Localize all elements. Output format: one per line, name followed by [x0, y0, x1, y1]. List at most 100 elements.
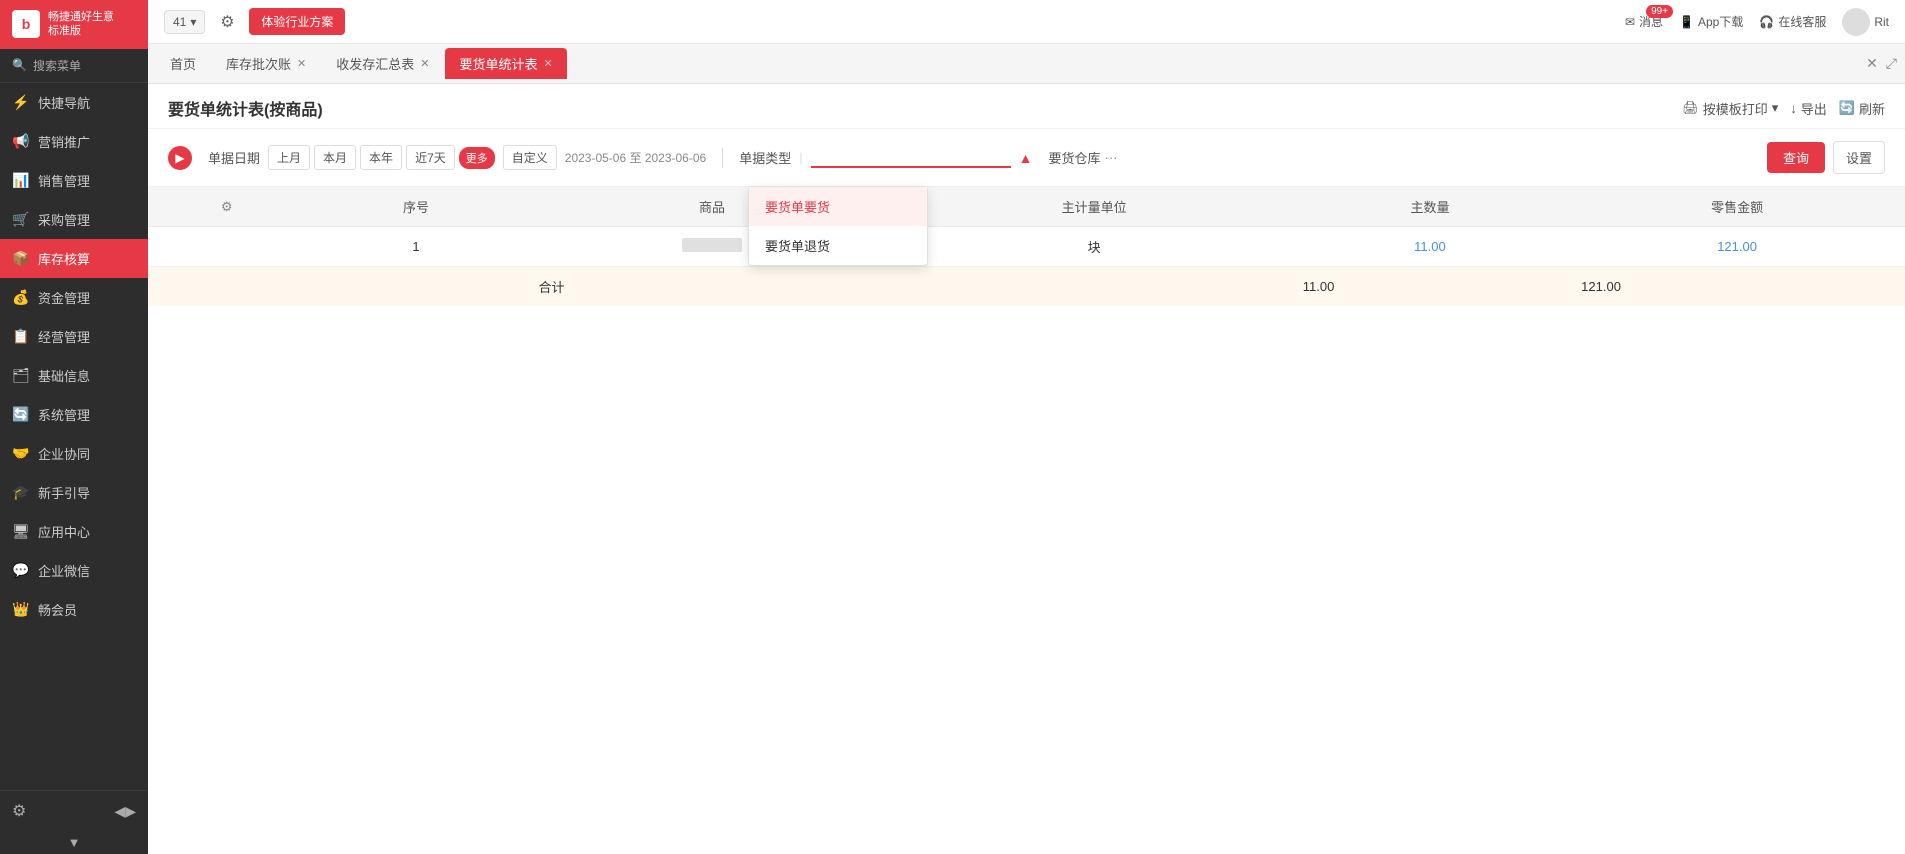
avatar [1842, 8, 1870, 36]
sidebar-icon-enterprise: 🤝 [12, 445, 30, 462]
app-download-action[interactable]: 📱 App下载 [1679, 13, 1743, 30]
filter-bar: ▶ 单据日期 上月 本月 本年 近7天 更多 自定义 2023-05-06 至 … [148, 129, 1905, 187]
sidebar-label-operations: 经营管理 [38, 327, 90, 346]
sidebar-label-member: 畅会员 [38, 600, 77, 619]
sidebar-label-marketing: 营销推广 [38, 132, 90, 151]
cell-qty-0: 11.00 [1291, 227, 1569, 267]
sidebar-icon-inventory: 📦 [12, 250, 30, 267]
maximize-icon[interactable]: ⤢ [1886, 55, 1897, 72]
close-all-icon[interactable]: ✕ [1866, 55, 1878, 72]
page-content: 要货单统计表(按商品) 🖨 按模板打印 ▾ ↓ 导出 🔄 刷新 ▶ [148, 84, 1905, 854]
topbar-settings-btn[interactable]: ⚙ [213, 8, 241, 36]
filter-settings-btn[interactable]: 设置 [1833, 141, 1885, 174]
footer-row: 合计 11.00 121.00 [148, 267, 1905, 307]
sidebar-label-enterprise: 企业协同 [38, 444, 90, 463]
search-menu[interactable]: 🔍 搜索菜单 [0, 49, 148, 83]
date-btn-more[interactable]: 更多 [459, 147, 495, 169]
company-select[interactable]: 41 ▾ [164, 10, 205, 34]
message-icon: ✉ [1625, 15, 1635, 29]
sidebar-item-tutorial[interactable]: 🎓新手引导 [0, 473, 148, 512]
page-actions: 🖨 按模板打印 ▾ ↓ 导出 🔄 刷新 [1682, 99, 1885, 118]
sidebar-item-enterprise[interactable]: 🤝 企业协同 [0, 434, 148, 473]
sidebar-item-app-center[interactable]: 🖥应用中心 [0, 512, 148, 551]
export-btn[interactable]: ↓ 导出 [1790, 99, 1827, 118]
sidebar-label-inventory: 库存核算 [38, 249, 90, 268]
tab-home[interactable]: 首页 [156, 48, 210, 79]
cell-checkbox-0 [148, 227, 306, 267]
trial-btn[interactable]: 体验行业方案 [249, 8, 345, 35]
sidebar-item-basic-info[interactable]: 🗂基础信息 [0, 356, 148, 395]
sidebar-item-system[interactable]: 🔄系统管理 [0, 395, 148, 434]
filter-divider [722, 148, 723, 168]
filter-expand-btn[interactable]: ▶ [168, 146, 192, 170]
data-table: ⚙ 序号 商品 主计量单位 主数量 零售金额 1 块 11.00 121.00 [148, 187, 1905, 306]
sidebar-item-member[interactable]: 👑 畅会员 [0, 590, 148, 629]
sidebar-item-finance[interactable]: 💰资金管理 [0, 278, 148, 317]
table-area: ⚙ 序号 商品 主计量单位 主数量 零售金额 1 块 11.00 121.00 [148, 187, 1905, 854]
dropdown-item-order-req[interactable]: 要货单要货 [749, 187, 927, 226]
online-service-action[interactable]: 🎧 在线客服 [1759, 13, 1826, 30]
sidebar-label-wechat: 企业微信 [38, 561, 90, 580]
sidebar-item-sales[interactable]: 📊销售管理 [0, 161, 148, 200]
warehouse-more-icon[interactable]: ··· [1104, 150, 1117, 165]
collapse-icon[interactable]: ◀▶ [114, 803, 136, 820]
tab-close-sales-summary[interactable]: ✕ [420, 57, 429, 70]
sidebar-icon-marketing: 📢 [12, 133, 30, 150]
footer-empty-3 [898, 267, 1291, 307]
tab-close-order-stats[interactable]: ✕ [544, 57, 553, 70]
footer-qty: 11.00 [1291, 267, 1569, 307]
logo-text: 畅捷通好生意 标准版 [48, 10, 114, 39]
date-btn-7days[interactable]: 近7天 [406, 145, 455, 170]
date-filter-group: 单据日期 上月 本月 本年 近7天 更多 自定义 2023-05-06 至 20… [208, 145, 706, 170]
doc-type-label: 单据类型 [739, 148, 791, 167]
message-action[interactable]: ✉ 消息 99+ [1625, 13, 1663, 30]
cell-seq-0: 1 [306, 227, 527, 267]
doc-type-input[interactable] [811, 147, 1011, 168]
query-btn[interactable]: 查询 [1767, 142, 1825, 173]
settings-icon[interactable]: ⚙ [12, 801, 26, 821]
pipe-separator: | [799, 150, 802, 165]
table-header-row: ⚙ 序号 商品 主计量单位 主数量 零售金额 [148, 187, 1905, 227]
tab-order-stats[interactable]: 要货单统计表✕ [445, 48, 566, 79]
dropdown-item-order-return[interactable]: 要货单退货 [749, 226, 927, 265]
date-btn-this-year[interactable]: 本年 [360, 145, 402, 170]
date-btn-this-month[interactable]: 本月 [314, 145, 356, 170]
footer-amount: 121.00 [1569, 267, 1905, 307]
sidebar-scroll-down[interactable]: ▼ [0, 831, 148, 854]
tabs-close-all: ✕ ⤢ [1866, 55, 1897, 72]
sidebar-item-operations[interactable]: 📋 经营管理 [0, 317, 148, 356]
table-body: 1 块 11.00 121.00 [148, 227, 1905, 267]
sidebar-item-purchase[interactable]: 🛒采购管理 [0, 200, 148, 239]
app-logo: b 畅捷通好生意 标准版 [0, 0, 148, 49]
sidebar-icon-operations: 📋 [12, 328, 30, 345]
tab-inventory-batch[interactable]: 库存批次账 ✕ [212, 48, 320, 79]
product-name-placeholder [682, 238, 742, 252]
sidebar-item-wechat[interactable]: 💬企业微信 [0, 551, 148, 590]
tab-close-inventory-batch[interactable]: ✕ [297, 57, 306, 70]
print-btn[interactable]: 🖨 按模板打印 ▾ [1682, 99, 1778, 118]
tabs-bar: 首页库存批次账✕收发存汇总表✕要货单统计表✕ ✕ ⤢ [148, 44, 1905, 84]
table-footer: 合计 11.00 121.00 [148, 267, 1905, 307]
sidebar-item-quick-nav[interactable]: ⚡快捷导航 [0, 83, 148, 122]
sidebar-icon-app-center: 🖥 [12, 523, 30, 540]
user-action[interactable]: Rit [1842, 8, 1889, 36]
date-btn-last-month[interactable]: 上月 [268, 145, 310, 170]
doc-type-dropdown-icon[interactable]: ▲ [1019, 150, 1033, 166]
refresh-btn[interactable]: 🔄 刷新 [1839, 99, 1885, 118]
sidebar-item-inventory[interactable]: 📦 库存核算 [0, 239, 148, 278]
sidebar-label-basic-info: 基础信息 [38, 366, 90, 385]
col-settings[interactable]: ⚙ [148, 187, 306, 227]
table-row: 1 块 11.00 121.00 [148, 227, 1905, 267]
tab-label-inventory-batch: 库存批次账 [226, 54, 291, 73]
footer-empty-2 [306, 267, 527, 307]
sidebar-label-system: 系统管理 [38, 405, 90, 424]
page-title: 要货单统计表(按商品) [168, 96, 323, 120]
sidebar-icon-member: 👑 [12, 601, 30, 618]
print-icon: 🖨 [1682, 100, 1699, 116]
page-header: 要货单统计表(按商品) 🖨 按模板打印 ▾ ↓ 导出 🔄 刷新 [148, 84, 1905, 129]
date-btn-custom[interactable]: 自定义 [503, 145, 557, 170]
tab-sales-summary[interactable]: 收发存汇总表✕ [322, 48, 443, 79]
sidebar-icon-finance: 💰 [12, 289, 30, 306]
sidebar-item-marketing[interactable]: 📢 营销推广 [0, 122, 148, 161]
logo-icon: b [12, 10, 40, 38]
